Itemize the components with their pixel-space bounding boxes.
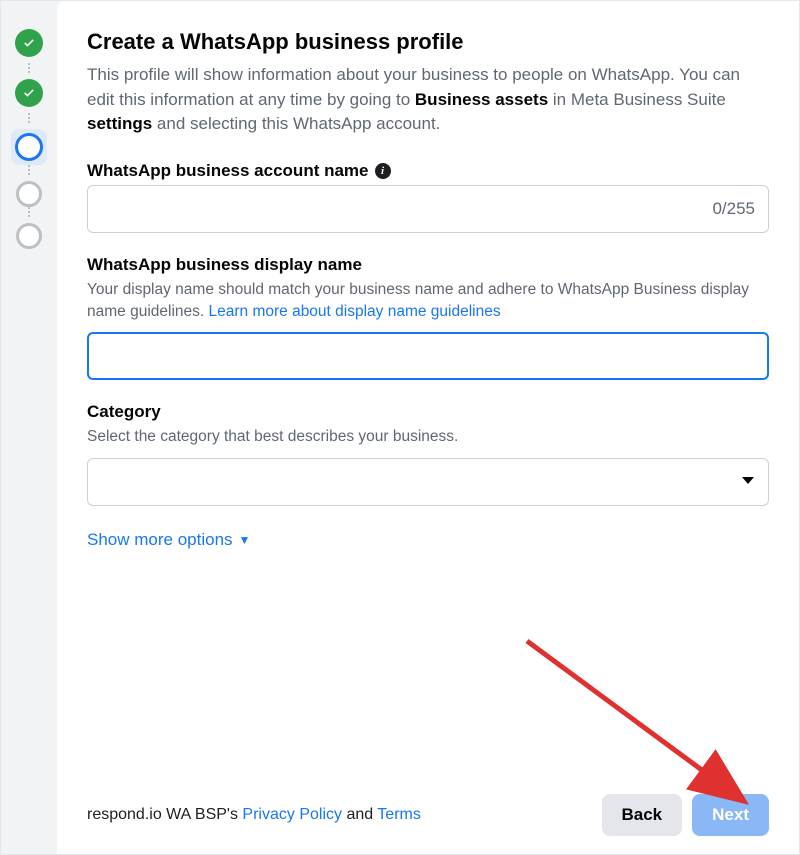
next-button[interactable]: Next <box>692 794 769 836</box>
category-label: Category <box>87 402 769 422</box>
account-name-label: WhatsApp business account name i <box>87 161 769 181</box>
step-3-active <box>11 129 47 165</box>
category-select[interactable] <box>87 458 769 506</box>
field-category: Category Select the category that best d… <box>87 402 769 506</box>
step-5-pending <box>16 223 42 249</box>
step-connector <box>28 207 30 217</box>
display-name-guidelines-link[interactable]: Learn more about display name guidelines <box>209 303 501 320</box>
desc-bold: settings <box>87 114 152 133</box>
field-account-name: WhatsApp business account name i 0/255 <box>87 161 769 233</box>
char-counter: 0/255 <box>712 199 755 219</box>
step-1-done <box>15 29 43 57</box>
page-description: This profile will show information about… <box>87 63 769 137</box>
label-text: WhatsApp business display name <box>87 255 362 275</box>
step-2-done <box>15 79 43 107</box>
chevron-down-icon <box>741 473 755 491</box>
check-icon <box>22 36 36 50</box>
legal-prefix: respond.io WA BSP's <box>87 806 242 823</box>
back-button[interactable]: Back <box>602 794 683 836</box>
display-name-help: Your display name should match your busi… <box>87 279 769 322</box>
label-text: Category <box>87 402 161 422</box>
info-icon[interactable]: i <box>375 163 391 179</box>
page-title: Create a WhatsApp business profile <box>87 29 769 55</box>
category-help: Select the category that best describes … <box>87 426 769 448</box>
show-more-options-link[interactable]: Show more options ▼ <box>87 530 769 550</box>
step-connector <box>28 165 30 175</box>
step-connector <box>28 63 30 73</box>
display-name-label: WhatsApp business display name <box>87 255 769 275</box>
footer: respond.io WA BSP's Privacy Policy and T… <box>87 776 769 836</box>
wizard-stepper <box>1 1 57 854</box>
legal-and: and <box>342 806 377 823</box>
privacy-policy-link[interactable]: Privacy Policy <box>242 806 342 823</box>
step-connector <box>28 113 30 123</box>
label-text: WhatsApp business account name <box>87 161 369 181</box>
step-4-pending <box>16 181 42 207</box>
chevron-down-icon: ▼ <box>239 533 251 547</box>
form-panel: Create a WhatsApp business profile This … <box>57 1 799 854</box>
terms-link[interactable]: Terms <box>377 806 421 823</box>
show-more-text: Show more options <box>87 530 233 550</box>
legal-text: respond.io WA BSP's Privacy Policy and T… <box>87 806 421 824</box>
desc-text: and selecting this WhatsApp account. <box>152 114 440 133</box>
display-name-input[interactable] <box>87 332 769 380</box>
field-display-name: WhatsApp business display name Your disp… <box>87 255 769 380</box>
account-name-input[interactable] <box>87 185 769 233</box>
desc-text: in Meta Business Suite <box>548 90 726 109</box>
button-row: Back Next <box>602 794 770 836</box>
check-icon <box>22 86 36 100</box>
desc-bold: Business assets <box>415 90 548 109</box>
step-active-circle-icon <box>15 133 43 161</box>
